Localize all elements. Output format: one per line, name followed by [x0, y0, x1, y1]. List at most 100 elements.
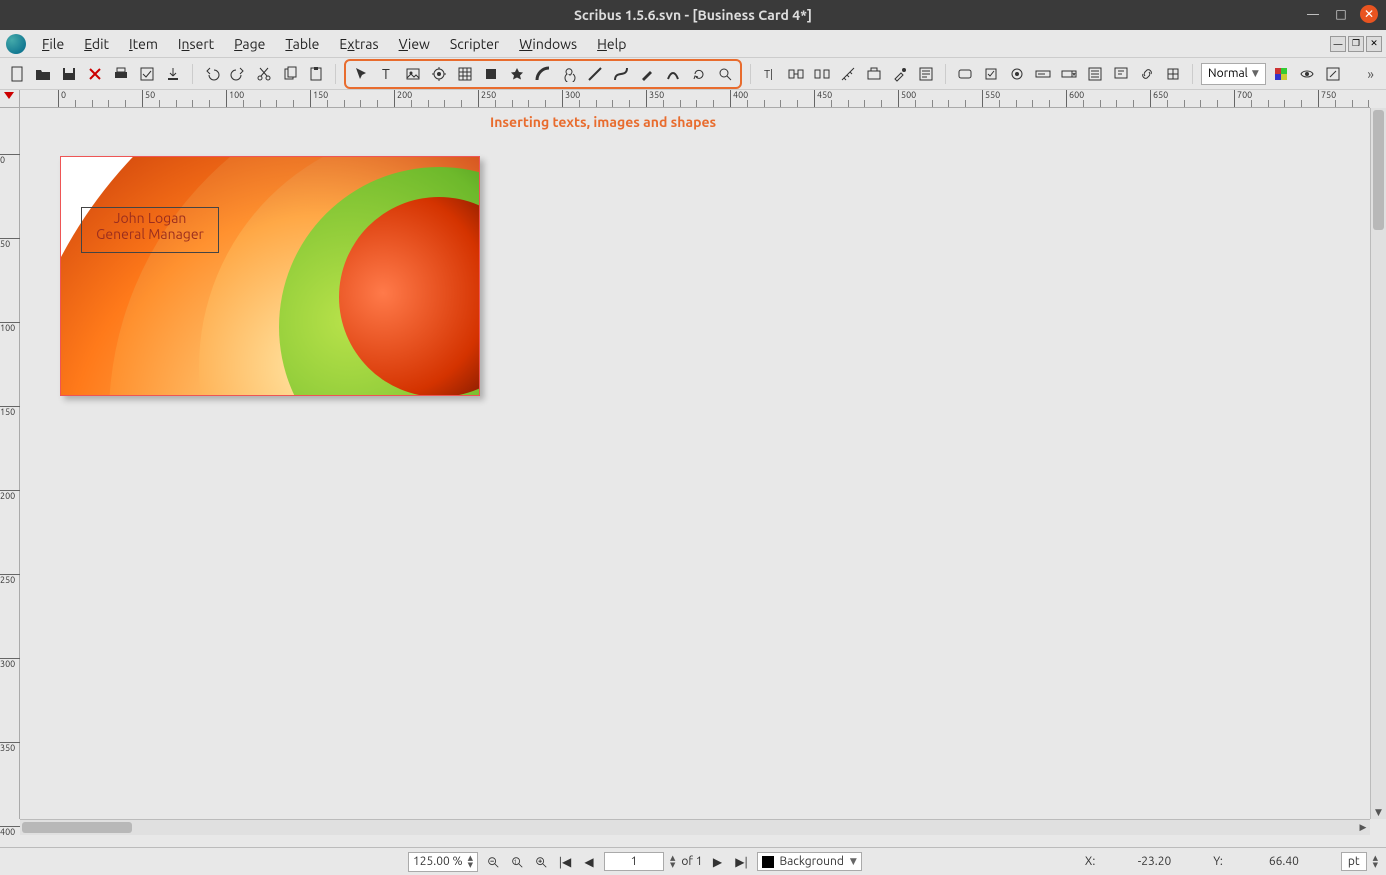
menu-file[interactable]: File: [32, 32, 74, 56]
menu-extras[interactable]: Extras: [329, 32, 388, 56]
pdf-3dannot-button[interactable]: [1162, 63, 1184, 85]
preview-quality-select[interactable]: Normal▼: [1201, 63, 1266, 85]
polygon-button[interactable]: [506, 63, 528, 85]
freehand-button[interactable]: [636, 63, 658, 85]
coord-y-label: Y:: [1213, 855, 1223, 868]
pdf-checkbox-button[interactable]: [980, 63, 1002, 85]
page-spinner[interactable]: ▲▼: [670, 855, 675, 869]
measure-button[interactable]: [837, 63, 859, 85]
save-doc-button[interactable]: [58, 63, 80, 85]
scroll-down-arrow-icon[interactable]: ▼: [1371, 805, 1386, 819]
zoom-level-field[interactable]: 125.00 % ▲▼: [408, 852, 478, 872]
mdi-minimize-button[interactable]: —: [1330, 36, 1346, 52]
scroll-right-arrow-icon[interactable]: ▶: [1356, 820, 1370, 835]
undo-button[interactable]: [201, 63, 223, 85]
ruler-origin[interactable]: [0, 90, 20, 108]
window-maximize-button[interactable]: □: [1332, 5, 1350, 23]
cut-button[interactable]: [253, 63, 275, 85]
pdf-radio-button[interactable]: [1006, 63, 1028, 85]
new-doc-button[interactable]: [6, 63, 28, 85]
copy-properties-button[interactable]: [863, 63, 885, 85]
menu-help[interactable]: Help: [587, 32, 636, 56]
document-canvas[interactable]: Inserting texts, images and shapes John …: [20, 108, 1370, 819]
zoom-spinner[interactable]: ▲▼: [468, 855, 473, 869]
layer-color-swatch: [762, 856, 774, 868]
svg-text:T: T: [382, 66, 390, 82]
menu-insert[interactable]: Insert: [168, 32, 224, 56]
close-doc-button[interactable]: [84, 63, 106, 85]
window-minimize-button[interactable]: —: [1304, 5, 1322, 23]
first-page-button[interactable]: |◀: [556, 853, 574, 871]
scroll-thumb[interactable]: [1373, 110, 1384, 230]
menu-edit[interactable]: Edit: [74, 32, 119, 56]
copy-button[interactable]: [279, 63, 301, 85]
current-page-value: 1: [631, 855, 638, 868]
unlink-frames-button[interactable]: [811, 63, 833, 85]
zoom-100-button[interactable]: 1: [508, 853, 526, 871]
edit-in-preview-button[interactable]: [1322, 63, 1344, 85]
text-frame-button[interactable]: T: [376, 63, 398, 85]
scroll-thumb[interactable]: [22, 822, 132, 833]
menu-view[interactable]: View: [389, 32, 440, 56]
window-title: Scribus 1.5.6.svn - [Business Card 4*]: [574, 7, 812, 23]
pdf-button-button[interactable]: [954, 63, 976, 85]
rotate-button[interactable]: [688, 63, 710, 85]
toolbar-separator: [750, 64, 751, 84]
status-bar: 125.00 % ▲▼ 1 |◀ ◀ 1 ▲▼ of 1 ▶ ▶| Backgr…: [0, 847, 1386, 875]
bezier-button[interactable]: [610, 63, 632, 85]
open-doc-button[interactable]: [32, 63, 54, 85]
card-text-frame[interactable]: John Logan General Manager: [81, 207, 219, 253]
redo-button[interactable]: [227, 63, 249, 85]
menu-windows[interactable]: Windows: [509, 32, 587, 56]
page-business-card[interactable]: John Logan General Manager: [60, 156, 480, 396]
pdf-listbox-button[interactable]: [1084, 63, 1106, 85]
export-pdf-button[interactable]: [162, 63, 184, 85]
preflight-button[interactable]: [136, 63, 158, 85]
spiral-button[interactable]: [558, 63, 580, 85]
menu-table[interactable]: Table: [275, 32, 329, 56]
next-page-button[interactable]: ▶: [709, 853, 727, 871]
vertical-ruler[interactable]: 050100150200250300350400: [0, 108, 20, 819]
prev-page-button[interactable]: ◀: [580, 853, 598, 871]
coord-y-value: 66.40: [1229, 855, 1299, 868]
shape-button[interactable]: [480, 63, 502, 85]
vertical-scrollbar[interactable]: ▲ ▼: [1370, 108, 1386, 819]
pdf-textannot-button[interactable]: [1110, 63, 1132, 85]
mdi-restore-button[interactable]: ❐: [1348, 36, 1364, 52]
mdi-close-button[interactable]: ✕: [1366, 36, 1382, 52]
image-frame-button[interactable]: [402, 63, 424, 85]
pdf-link-button[interactable]: [1136, 63, 1158, 85]
arc-button[interactable]: [532, 63, 554, 85]
toolbar-overflow-button[interactable]: »: [1361, 66, 1380, 82]
current-page-field[interactable]: 1: [604, 852, 664, 871]
unit-select[interactable]: pt: [1341, 852, 1367, 871]
window-close-button[interactable]: ✕: [1360, 5, 1378, 23]
pdf-textfield-button[interactable]: [1032, 63, 1054, 85]
story-editor-button[interactable]: [915, 63, 937, 85]
table-button[interactable]: [454, 63, 476, 85]
preview-mode-button[interactable]: [1296, 63, 1318, 85]
print-button[interactable]: [110, 63, 132, 85]
zoom-button[interactable]: [714, 63, 736, 85]
menu-item[interactable]: Item: [119, 32, 168, 56]
menu-scripter[interactable]: Scripter: [440, 32, 509, 56]
calligraphic-button[interactable]: [662, 63, 684, 85]
layer-select[interactable]: Background ▼: [757, 852, 862, 871]
edit-text-button[interactable]: T|: [759, 63, 781, 85]
zoom-in-button[interactable]: [532, 853, 550, 871]
pdf-combobox-button[interactable]: [1058, 63, 1080, 85]
unit-spinner[interactable]: ▲▼: [1373, 855, 1378, 869]
horizontal-scrollbar[interactable]: ◀ ▶: [20, 819, 1370, 835]
last-page-button[interactable]: ▶|: [733, 853, 751, 871]
menu-page[interactable]: Page: [224, 32, 275, 56]
zoom-out-button[interactable]: [484, 853, 502, 871]
render-frame-button[interactable]: [428, 63, 450, 85]
link-frames-button[interactable]: [785, 63, 807, 85]
insert-tools-group: T: [344, 59, 742, 89]
horizontal-ruler[interactable]: 0501001502002503003504004505005506006507…: [20, 90, 1370, 108]
line-button[interactable]: [584, 63, 606, 85]
paste-button[interactable]: [305, 63, 327, 85]
select-tool-button[interactable]: [350, 63, 372, 85]
eyedropper-button[interactable]: [889, 63, 911, 85]
toggle-colormgmt-button[interactable]: [1270, 63, 1292, 85]
